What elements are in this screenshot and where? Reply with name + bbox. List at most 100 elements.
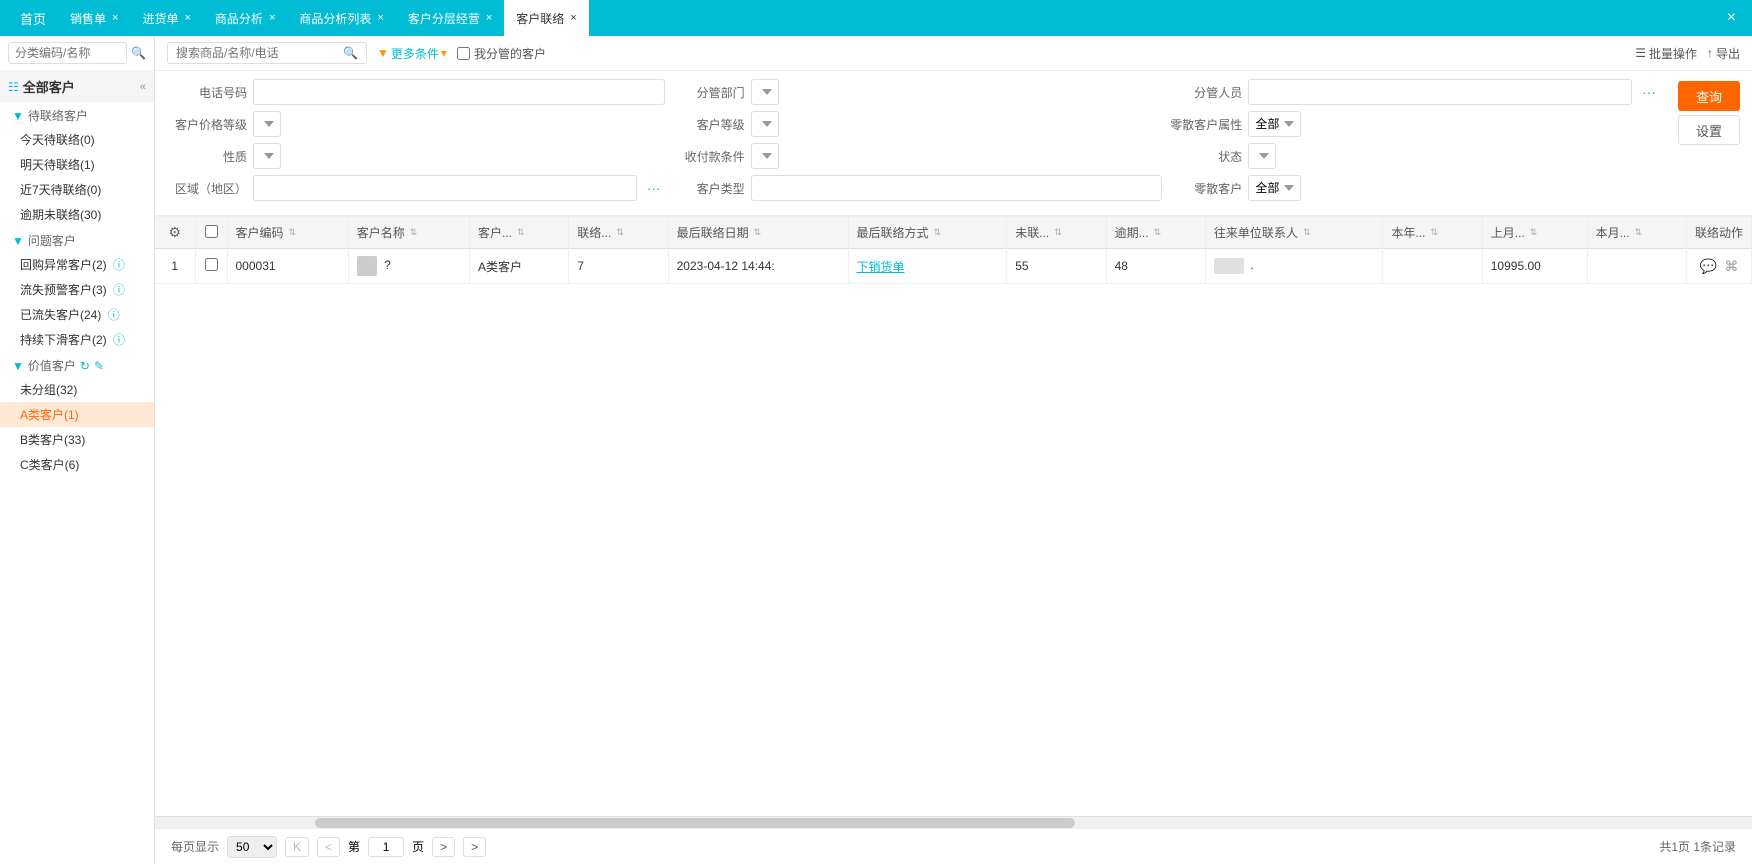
td-check-1[interactable] bbox=[195, 249, 227, 284]
sidebar-item-overdue[interactable]: 逾期未联络(30) bbox=[0, 202, 154, 227]
td-last-method-1[interactable]: 下销货单 bbox=[848, 249, 1007, 284]
horizontal-scrollbar[interactable] bbox=[155, 816, 1752, 828]
settings-gear-icon[interactable]: ⚙ bbox=[168, 224, 181, 240]
select-retail-attr[interactable]: 全部 bbox=[1248, 111, 1301, 137]
th-type[interactable]: 客户... ⇅ bbox=[469, 217, 568, 249]
chevron-down-icon: ▾ bbox=[441, 46, 447, 60]
label-nature: 性质 bbox=[167, 148, 247, 165]
my-customers-checkbox-label[interactable]: 我分管的客户 bbox=[457, 45, 546, 62]
select-retail[interactable]: 全部 bbox=[1248, 175, 1301, 201]
td-contact-1: 7 bbox=[569, 249, 668, 284]
sidebar-all-customers-header[interactable]: ☷ 全部客户 « bbox=[0, 71, 154, 102]
input-region[interactable] bbox=[253, 175, 637, 201]
sidebar-item-churn-warning[interactable]: 流失预警客户(3) ⓘ bbox=[0, 277, 154, 302]
refresh-icon-value[interactable]: ↻ bbox=[80, 359, 90, 373]
th-contact[interactable]: 联络... ⇅ bbox=[569, 217, 668, 249]
td-last-month-1: 10995.00 bbox=[1482, 249, 1587, 284]
scrollbar-thumb[interactable] bbox=[315, 818, 1075, 828]
last-page-btn[interactable]: > bbox=[463, 837, 486, 857]
close-tab-sales[interactable]: × bbox=[112, 12, 118, 24]
link-sales-order[interactable]: 下销货单 bbox=[857, 260, 905, 274]
prev-page-btn[interactable]: < bbox=[317, 837, 340, 857]
sidebar-group-problem[interactable]: ▼ 问题客户 bbox=[0, 227, 154, 252]
info-icon-churn: ⓘ bbox=[113, 283, 125, 297]
sidebar-group-value[interactable]: ▼ 价值客户 ↻ ✎ bbox=[0, 352, 154, 377]
sidebar-group-pending[interactable]: ▼ 待联络客户 bbox=[0, 102, 154, 127]
tab-analysis[interactable]: 商品分析 × bbox=[203, 0, 287, 36]
sidebar-item-tomorrow[interactable]: 明天待联络(1) bbox=[0, 152, 154, 177]
th-last-month[interactable]: 上月... ⇅ bbox=[1482, 217, 1587, 249]
pagination-bar: 每页显示 20 50 100 200 K < 第 页 > > 共1页 1条记录 bbox=[155, 828, 1752, 864]
input-phone[interactable] bbox=[253, 79, 665, 105]
select-all-checkbox[interactable] bbox=[205, 225, 218, 238]
tab-customer-contact[interactable]: 客户联络 × bbox=[504, 0, 588, 36]
tab-analysis-list[interactable]: 商品分析列表 × bbox=[287, 0, 395, 36]
input-customer-type[interactable] bbox=[751, 175, 1163, 201]
close-all-icon[interactable]: × bbox=[1719, 9, 1744, 27]
sidebar-item-b-class[interactable]: B类客户(33) bbox=[0, 427, 154, 452]
th-last-contact-date[interactable]: 最后联络日期 ⇅ bbox=[668, 217, 848, 249]
sidebar-search-icon[interactable]: 🔍 bbox=[131, 46, 146, 60]
sidebar-search-input[interactable] bbox=[8, 42, 127, 64]
th-this-year[interactable]: 本年... ⇅ bbox=[1383, 217, 1482, 249]
page-size-select[interactable]: 20 50 100 200 bbox=[227, 836, 277, 858]
first-page-btn[interactable]: K bbox=[285, 837, 309, 857]
filter-more-btn[interactable]: ▼ 更多条件 ▾ bbox=[377, 45, 447, 62]
region-dots-icon[interactable]: ··· bbox=[643, 180, 665, 196]
content-area: 🔍 ▼ 更多条件 ▾ 我分管的客户 ☰ 批量操作 ↑ 导出 bbox=[155, 36, 1752, 864]
customer-avatar bbox=[357, 256, 377, 276]
batch-op-btn[interactable]: ☰ 批量操作 bbox=[1635, 45, 1697, 62]
th-check[interactable] bbox=[195, 217, 227, 249]
select-price-level[interactable] bbox=[253, 111, 281, 137]
tab-sales[interactable]: 销售单 × bbox=[58, 0, 130, 36]
query-button[interactable]: 查询 bbox=[1678, 81, 1740, 111]
edit-icon-value[interactable]: ✎ bbox=[94, 359, 104, 373]
select-nature[interactable] bbox=[253, 143, 281, 169]
th-not-contacted[interactable]: 未联... ⇅ bbox=[1007, 217, 1106, 249]
label-status: 状态 bbox=[1162, 148, 1242, 165]
sidebar-item-churned[interactable]: 已流失客户(24) ⓘ bbox=[0, 302, 154, 327]
close-tab-customer-contact[interactable]: × bbox=[570, 12, 576, 24]
row-checkbox-1[interactable] bbox=[205, 258, 218, 271]
next-page-btn[interactable]: > bbox=[432, 837, 455, 857]
th-this-month[interactable]: 本月... ⇅ bbox=[1587, 217, 1686, 249]
tab-customer-tier[interactable]: 客户分层经营 × bbox=[396, 0, 504, 36]
manager-dots-icon[interactable]: ··· bbox=[1638, 84, 1660, 100]
sidebar-collapse-icon[interactable]: « bbox=[140, 81, 146, 93]
th-unit-contact[interactable]: 往来单位联系人 ⇅ bbox=[1205, 217, 1382, 249]
tab-purchase[interactable]: 进货单 × bbox=[130, 0, 202, 36]
nav-home[interactable]: 首页 bbox=[8, 9, 58, 28]
export-btn[interactable]: ↑ 导出 bbox=[1707, 45, 1740, 62]
page-label: 第 bbox=[348, 838, 360, 855]
settings-button[interactable]: 设置 bbox=[1678, 115, 1740, 145]
select-customer-level[interactable] bbox=[751, 111, 779, 137]
sidebar-item-today[interactable]: 今天待联络(0) bbox=[0, 127, 154, 152]
sidebar-item-c-class[interactable]: C类客户(6) bbox=[0, 452, 154, 477]
th-overdue[interactable]: 逾期... ⇅ bbox=[1106, 217, 1205, 249]
arrow-icon-value: ▼ bbox=[12, 359, 24, 373]
th-name[interactable]: 客户名称 ⇅ bbox=[348, 217, 469, 249]
filter-search-input[interactable] bbox=[176, 46, 343, 60]
close-tab-customer-tier[interactable]: × bbox=[486, 12, 492, 24]
select-dept[interactable] bbox=[751, 79, 779, 105]
my-customers-checkbox[interactable] bbox=[457, 47, 470, 60]
qr-icon[interactable]: ⌘ bbox=[1724, 258, 1738, 274]
close-tab-analysis-list[interactable]: × bbox=[377, 12, 383, 24]
close-tab-analysis[interactable]: × bbox=[269, 12, 275, 24]
sidebar-item-ungrouped[interactable]: 未分组(32) bbox=[0, 377, 154, 402]
sidebar-item-a-class[interactable]: A类客户(1) bbox=[0, 402, 154, 427]
sidebar-item-repurchase-abnormal[interactable]: 回购异常客户(2) ⓘ bbox=[0, 252, 154, 277]
advanced-filter-panel: 电话号码 分管部门 分管人员 bbox=[155, 71, 1752, 216]
page-number-input[interactable] bbox=[368, 837, 404, 857]
th-last-contact-method[interactable]: 最后联络方式 ⇅ bbox=[848, 217, 1007, 249]
filter-search-icon[interactable]: 🔍 bbox=[343, 46, 358, 60]
message-icon[interactable]: 💬 bbox=[1700, 258, 1717, 274]
sidebar-item-7days[interactable]: 近7天待联络(0) bbox=[0, 177, 154, 202]
input-manager[interactable] bbox=[1248, 79, 1632, 105]
select-payment[interactable] bbox=[751, 143, 779, 169]
sort-icon-this-year: ⇅ bbox=[1430, 227, 1438, 238]
sidebar-item-declining[interactable]: 持续下滑客户(2) ⓘ bbox=[0, 327, 154, 352]
th-code[interactable]: 客户编码 ⇅ bbox=[227, 217, 348, 249]
select-status[interactable] bbox=[1248, 143, 1276, 169]
close-tab-purchase[interactable]: × bbox=[184, 12, 190, 24]
